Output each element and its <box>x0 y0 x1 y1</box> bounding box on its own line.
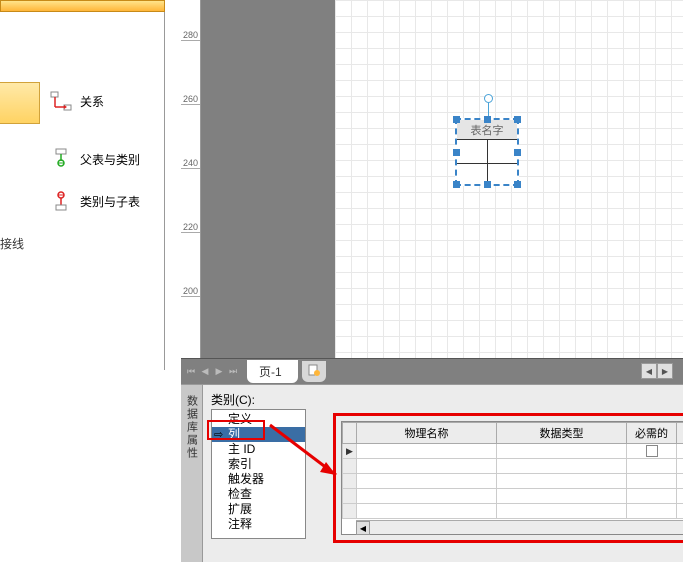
new-page-icon <box>308 364 320 376</box>
category-item-check[interactable]: 检查 <box>212 487 305 502</box>
category-item-primary-id[interactable]: 主 ID <box>212 442 305 457</box>
rotation-handle[interactable] <box>484 94 493 103</box>
grid-hscroll: ◀ <box>356 520 683 534</box>
table-shape-body <box>457 140 517 186</box>
col-header-required[interactable]: 必需的 <box>627 423 677 444</box>
parent-category-icon <box>50 148 72 170</box>
row-marker: ▶ <box>343 444 357 459</box>
tab-nav-last[interactable]: ⏭ <box>227 364 239 380</box>
required-checkbox[interactable] <box>646 445 658 457</box>
category-child-icon <box>50 190 72 212</box>
table-row[interactable] <box>343 474 683 489</box>
table-row[interactable] <box>343 504 683 519</box>
tab-nav-prev[interactable]: ◀ <box>199 364 211 380</box>
hscroll-left[interactable]: ◀ <box>641 363 657 379</box>
page-tabs-row: ⏮ ◀ ▶ ⏭ 页-1 ◀ ▶ <box>181 358 683 384</box>
columns-grid[interactable]: 物理名称 数据类型 必需的 PK ▶ <box>341 421 683 535</box>
category-item-note[interactable]: 注释 <box>212 517 305 532</box>
database-properties-panel: 数据库属性 类别(C): 定义 ⇨ 列 主 ID 索引 触发器 检查 扩展 注释 <box>181 384 683 562</box>
new-page-tab[interactable] <box>302 361 326 382</box>
category-label: 类别(C): <box>211 391 675 408</box>
resize-handle-se[interactable] <box>514 181 521 188</box>
cell-physical-name[interactable] <box>357 444 497 459</box>
grid-hscroll-left[interactable]: ◀ <box>356 521 370 535</box>
table-row[interactable] <box>343 459 683 474</box>
shape-relation-label: 关系 <box>80 93 104 110</box>
col-header-pk[interactable]: PK <box>677 423 683 444</box>
tab-nav-first[interactable]: ⏮ <box>185 364 197 380</box>
properties-content: 类别(C): 定义 ⇨ 列 主 ID 索引 触发器 检查 扩展 注释 <box>203 385 683 562</box>
resize-handle-sw[interactable] <box>453 181 460 188</box>
resize-handle-nw[interactable] <box>453 116 460 123</box>
hscroll-right[interactable]: ▶ <box>657 363 673 379</box>
shape-child-label: 类别与子表 <box>80 193 140 210</box>
resize-handle-w[interactable] <box>453 149 460 156</box>
shape-parent-label: 父表与类别 <box>80 151 140 168</box>
relation-icon <box>50 90 72 112</box>
tab-nav-buttons: ⏮ ◀ ▶ ⏭ <box>181 364 243 380</box>
category-list[interactable]: 定义 ⇨ 列 主 ID 索引 触发器 检查 扩展 注释 <box>211 409 306 539</box>
table-row[interactable] <box>343 489 683 504</box>
category-item-column[interactable]: ⇨ 列 <box>212 427 305 442</box>
table-row[interactable]: ▶ <box>343 444 683 459</box>
section-connect-label: 接线 <box>0 235 24 252</box>
cell-data-type[interactable] <box>497 444 627 459</box>
selected-shape-highlight <box>0 82 40 124</box>
selected-arrow-icon: ⇨ <box>214 428 223 443</box>
resize-handle-s[interactable] <box>484 181 491 188</box>
shape-category-child[interactable]: 类别与子表 <box>50 190 140 212</box>
category-item-index[interactable]: 索引 <box>212 457 305 472</box>
columns-table: 物理名称 数据类型 必需的 PK ▶ <box>342 422 683 519</box>
ruler-tick: 240 <box>181 158 200 169</box>
col-header-data-type[interactable]: 数据类型 <box>497 423 627 444</box>
resize-handle-e[interactable] <box>514 149 521 156</box>
ruler-tick: 260 <box>181 94 200 105</box>
ruler-tick: 220 <box>181 222 200 233</box>
canvas-gutter <box>201 0 335 370</box>
shape-parent-category[interactable]: 父表与类别 <box>50 148 140 170</box>
category-item-extend[interactable]: 扩展 <box>212 502 305 517</box>
resize-handle-n[interactable] <box>484 116 491 123</box>
panel-header-bar <box>0 0 165 12</box>
cell-required[interactable] <box>627 444 677 459</box>
shape-relation[interactable]: 关系 <box>50 90 104 112</box>
tab-nav-next[interactable]: ▶ <box>213 364 225 380</box>
cell-pk[interactable] <box>677 444 683 459</box>
ruler-vertical: 280 260 240 220 200 <box>181 0 201 358</box>
table-shape-title: 表名字 <box>457 120 517 140</box>
hscroll: ◀ ▶ <box>641 363 673 379</box>
category-item-trigger[interactable]: 触发器 <box>212 472 305 487</box>
page-tab-1[interactable]: 页-1 <box>247 360 298 383</box>
col-header-physical-name[interactable]: 物理名称 <box>357 423 497 444</box>
ruler-tick: 200 <box>181 286 200 297</box>
properties-vertical-tab[interactable]: 数据库属性 <box>181 385 203 562</box>
col-header-rowhead <box>343 423 357 444</box>
ruler-tick: 280 <box>181 30 200 41</box>
resize-handle-ne[interactable] <box>514 116 521 123</box>
shapes-panel: 关系 父表与类别 类别与子表 接线 <box>0 0 165 370</box>
category-item-column-label: 列 <box>228 427 240 441</box>
table-entity-shape[interactable]: 表名字 <box>455 118 519 186</box>
category-item-definition[interactable]: 定义 <box>212 412 305 427</box>
